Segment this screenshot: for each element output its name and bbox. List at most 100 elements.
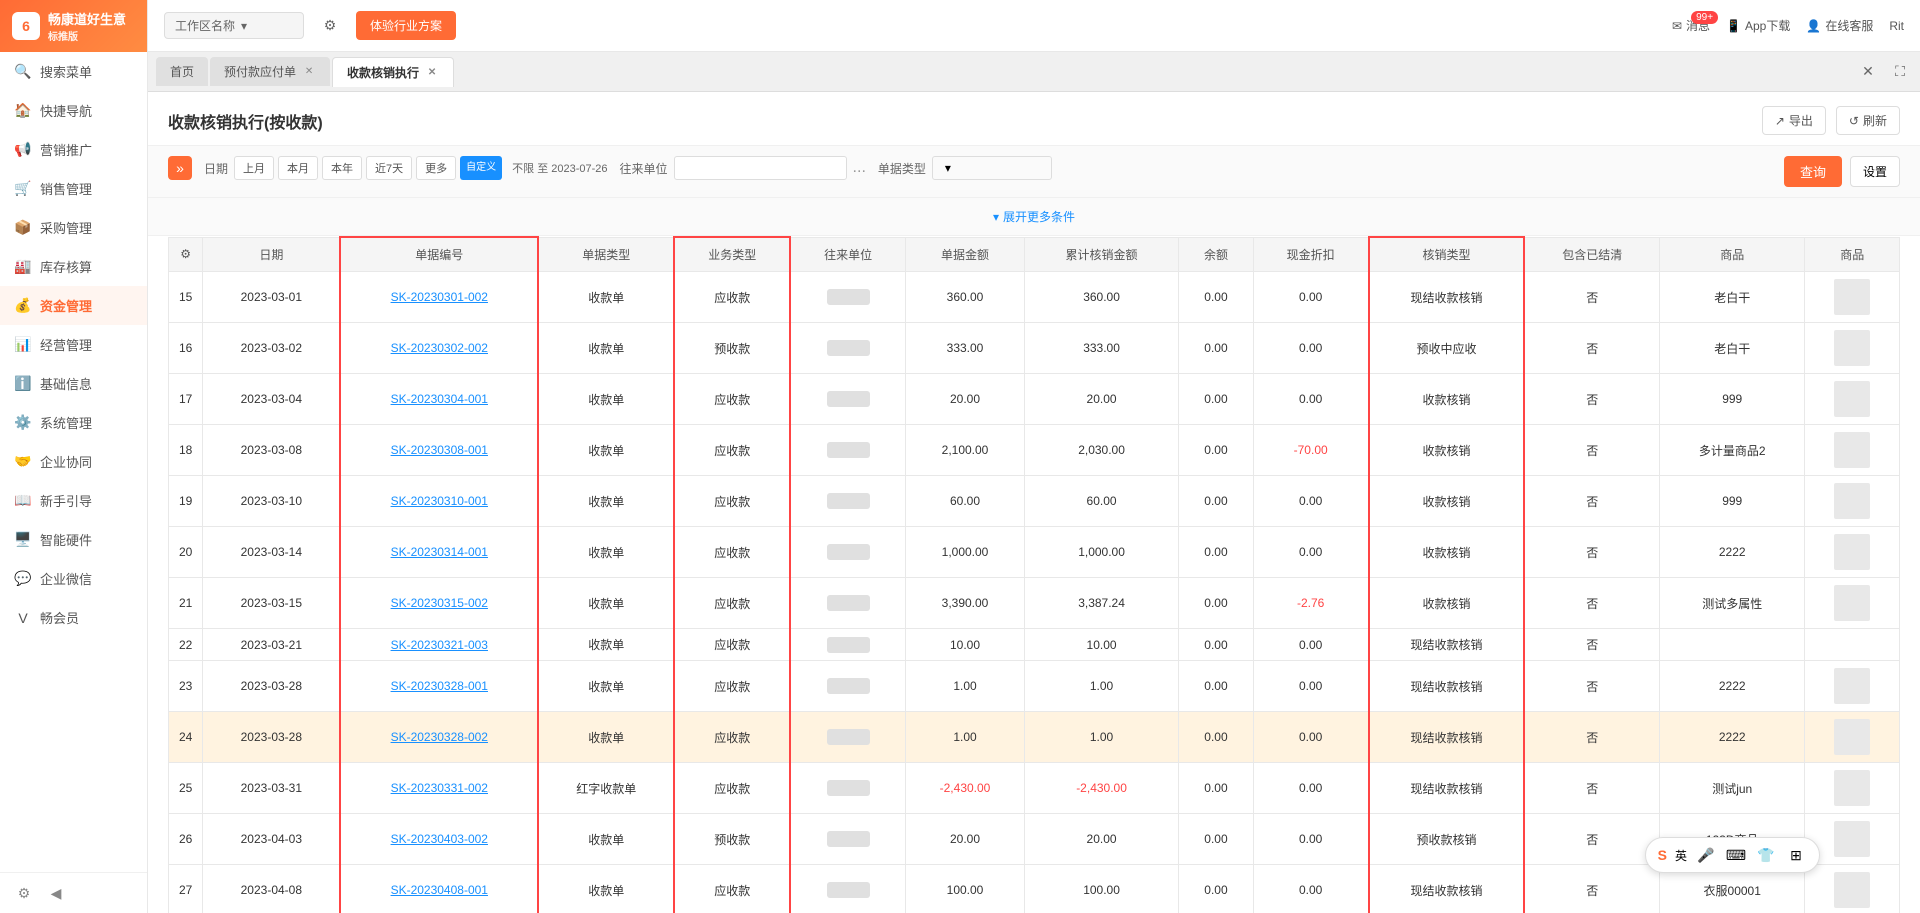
cell-include-settled: 否 [1524, 323, 1659, 374]
cell-counterparty [790, 374, 905, 425]
sidebar-item-quicknav[interactable]: 🏠 快捷导航 [0, 91, 147, 130]
mic-icon[interactable]: 🎤 [1695, 844, 1717, 866]
refresh-button[interactable]: ↺ 刷新 [1836, 106, 1900, 135]
cell-date: 2023-03-14 [203, 527, 340, 578]
counterparty-input[interactable] [674, 156, 847, 180]
date-btn-prev-month[interactable]: 上月 [234, 156, 274, 180]
cell-counterparty [790, 661, 905, 712]
cell-amount: -2,430.00 [906, 763, 1025, 814]
table-row: 23 2023-03-28 SK-20230328-001 收款单 应收款 1.… [169, 661, 1900, 712]
solution-button[interactable]: 体验行业方案 [356, 11, 456, 40]
tab-home[interactable]: 首页 [156, 57, 208, 86]
tab-collection-close-icon[interactable]: ✕ [425, 65, 439, 79]
cell-date: 2023-03-21 [203, 629, 340, 661]
sidebar-item-wechat[interactable]: 💬 企业微信 [0, 559, 147, 598]
sidebar-settings-icon[interactable]: ⚙ [12, 881, 36, 905]
sidebar-item-operation[interactable]: 📊 经营管理 [0, 325, 147, 364]
table-container[interactable]: ⚙ 日期 单据编号 单据类型 业务类型 往来单位 单据金额 累计核销金额 余额 … [148, 236, 1920, 913]
cell-counterparty [790, 323, 905, 374]
sidebar-item-finance[interactable]: 💰 资金管理 [0, 286, 147, 325]
member-icon: V [14, 609, 32, 627]
cell-verified: 1,000.00 [1024, 527, 1178, 578]
cell-biz-type: 应收款 [674, 425, 790, 476]
date-btn-cur-year[interactable]: 本年 [322, 156, 362, 180]
cell-goods2 [1805, 712, 1900, 763]
sidebar-item-system[interactable]: ⚙️ 系统管理 [0, 403, 147, 442]
cell-balance: 0.00 [1179, 578, 1254, 629]
cell-goods2 [1805, 629, 1900, 661]
sidebar-collapse-icon[interactable]: ◀ [44, 881, 68, 905]
cell-verified: 1.00 [1024, 712, 1178, 763]
cell-verify-type: 收款核销 [1369, 374, 1525, 425]
cell-goods: 2222 [1660, 712, 1805, 763]
date-btn-cur-month[interactable]: 本月 [278, 156, 318, 180]
cell-verify-type: 预收中应收 [1369, 323, 1525, 374]
main-area: 工作区名称 ▾ ⚙ 体验行业方案 ✉ 消息 99+ 📱 App下载 👤 在线客服… [148, 0, 1920, 913]
tab-prepay-close-icon[interactable]: ✕ [302, 65, 316, 79]
cell-biz-type: 应收款 [674, 578, 790, 629]
expand-conditions-button[interactable]: ▾ 展开更多条件 [993, 202, 1075, 231]
export-button[interactable]: ↗ 导出 [1762, 106, 1826, 135]
filter-dots[interactable]: ... [853, 159, 866, 177]
sidebar-item-purchase[interactable]: 📦 采购管理 [0, 208, 147, 247]
cell-cash-discount: 0.00 [1253, 272, 1368, 323]
tab-maximize-icon[interactable]: ⛶ [1888, 60, 1912, 84]
sidebar-item-inventory[interactable]: 🏭 库存核算 [0, 247, 147, 286]
sidebar-item-sales[interactable]: 🛒 销售管理 [0, 169, 147, 208]
user-profile[interactable]: Rit [1889, 19, 1904, 33]
cell-goods [1660, 629, 1805, 661]
cell-bill-type: 收款单 [538, 629, 674, 661]
app-download-button[interactable]: 📱 App下载 [1726, 17, 1790, 34]
cell-verified: 333.00 [1024, 323, 1178, 374]
shirt-icon[interactable]: 👕 [1755, 844, 1777, 866]
cell-goods2 [1805, 272, 1900, 323]
sidebar-item-hardware[interactable]: 🖥️ 智能硬件 [0, 520, 147, 559]
tab-prepay[interactable]: 预付款应付单 ✕ [210, 57, 330, 86]
cell-cash-discount: 0.00 [1253, 865, 1368, 913]
sidebar-item-marketing[interactable]: 📢 营销推广 [0, 130, 147, 169]
date-btn-more[interactable]: 更多 [416, 156, 456, 180]
sidebar-bottom: ⚙ ◀ [0, 872, 147, 913]
cell-verify-type: 现结收款核销 [1369, 712, 1525, 763]
online-support-button[interactable]: 👤 在线客服 [1806, 17, 1873, 34]
tab-close-all-icon[interactable]: ✕ [1856, 60, 1880, 84]
topbar-right: ✉ 消息 99+ 📱 App下载 👤 在线客服 Rit [1672, 17, 1904, 34]
sidebar-item-member[interactable]: V 畅会员 [0, 598, 147, 637]
finance-icon: 💰 [14, 297, 32, 315]
cell-amount: 1.00 [906, 712, 1025, 763]
cell-include-settled: 否 [1524, 763, 1659, 814]
sidebar-item-basic[interactable]: ℹ️ 基础信息 [0, 364, 147, 403]
keyboard-icon[interactable]: ⌨ [1725, 844, 1747, 866]
filter-settings-button[interactable]: 设置 [1850, 156, 1900, 187]
cell-bill-no: SK-20230321-003 [340, 629, 538, 661]
date-custom-badge[interactable]: 自定义 [460, 156, 502, 180]
filter-toggle-button[interactable]: » [168, 156, 192, 180]
cell-amount: 3,390.00 [906, 578, 1025, 629]
grid-icon[interactable]: ⊞ [1785, 844, 1807, 866]
cell-balance: 0.00 [1179, 661, 1254, 712]
cell-bill-type: 红字收款单 [538, 763, 674, 814]
col-settings[interactable]: ⚙ [169, 237, 203, 272]
expand-conditions-bar: ▾ 展开更多条件 [148, 198, 1920, 236]
cell-no: 22 [169, 629, 203, 661]
cell-counterparty [790, 476, 905, 527]
receipt-type-select[interactable]: ▾ [932, 156, 1052, 180]
sidebar-item-guide[interactable]: 📖 新手引导 [0, 481, 147, 520]
cell-goods: 多计量商品2 [1660, 425, 1805, 476]
cell-balance: 0.00 [1179, 374, 1254, 425]
wechat-icon: 💬 [14, 570, 32, 588]
sidebar-item-search[interactable]: 🔍 搜索菜单 [0, 52, 147, 91]
cell-verified: -2,430.00 [1024, 763, 1178, 814]
query-button[interactable]: 查询 [1784, 156, 1842, 187]
topbar-gear-icon[interactable]: ⚙ [316, 12, 344, 40]
message-button[interactable]: ✉ 消息 99+ [1672, 17, 1710, 34]
cell-no: 16 [169, 323, 203, 374]
date-btn-7days[interactable]: 近7天 [366, 156, 412, 180]
sidebar-item-enterprise[interactable]: 🤝 企业协同 [0, 442, 147, 481]
cell-include-settled: 否 [1524, 272, 1659, 323]
cell-biz-type: 应收款 [674, 476, 790, 527]
cell-goods: 999 [1660, 374, 1805, 425]
workspace-selector[interactable]: 工作区名称 ▾ [164, 12, 304, 39]
cell-amount: 20.00 [906, 374, 1025, 425]
tab-collection[interactable]: 收款核销执行 ✕ [332, 57, 454, 87]
